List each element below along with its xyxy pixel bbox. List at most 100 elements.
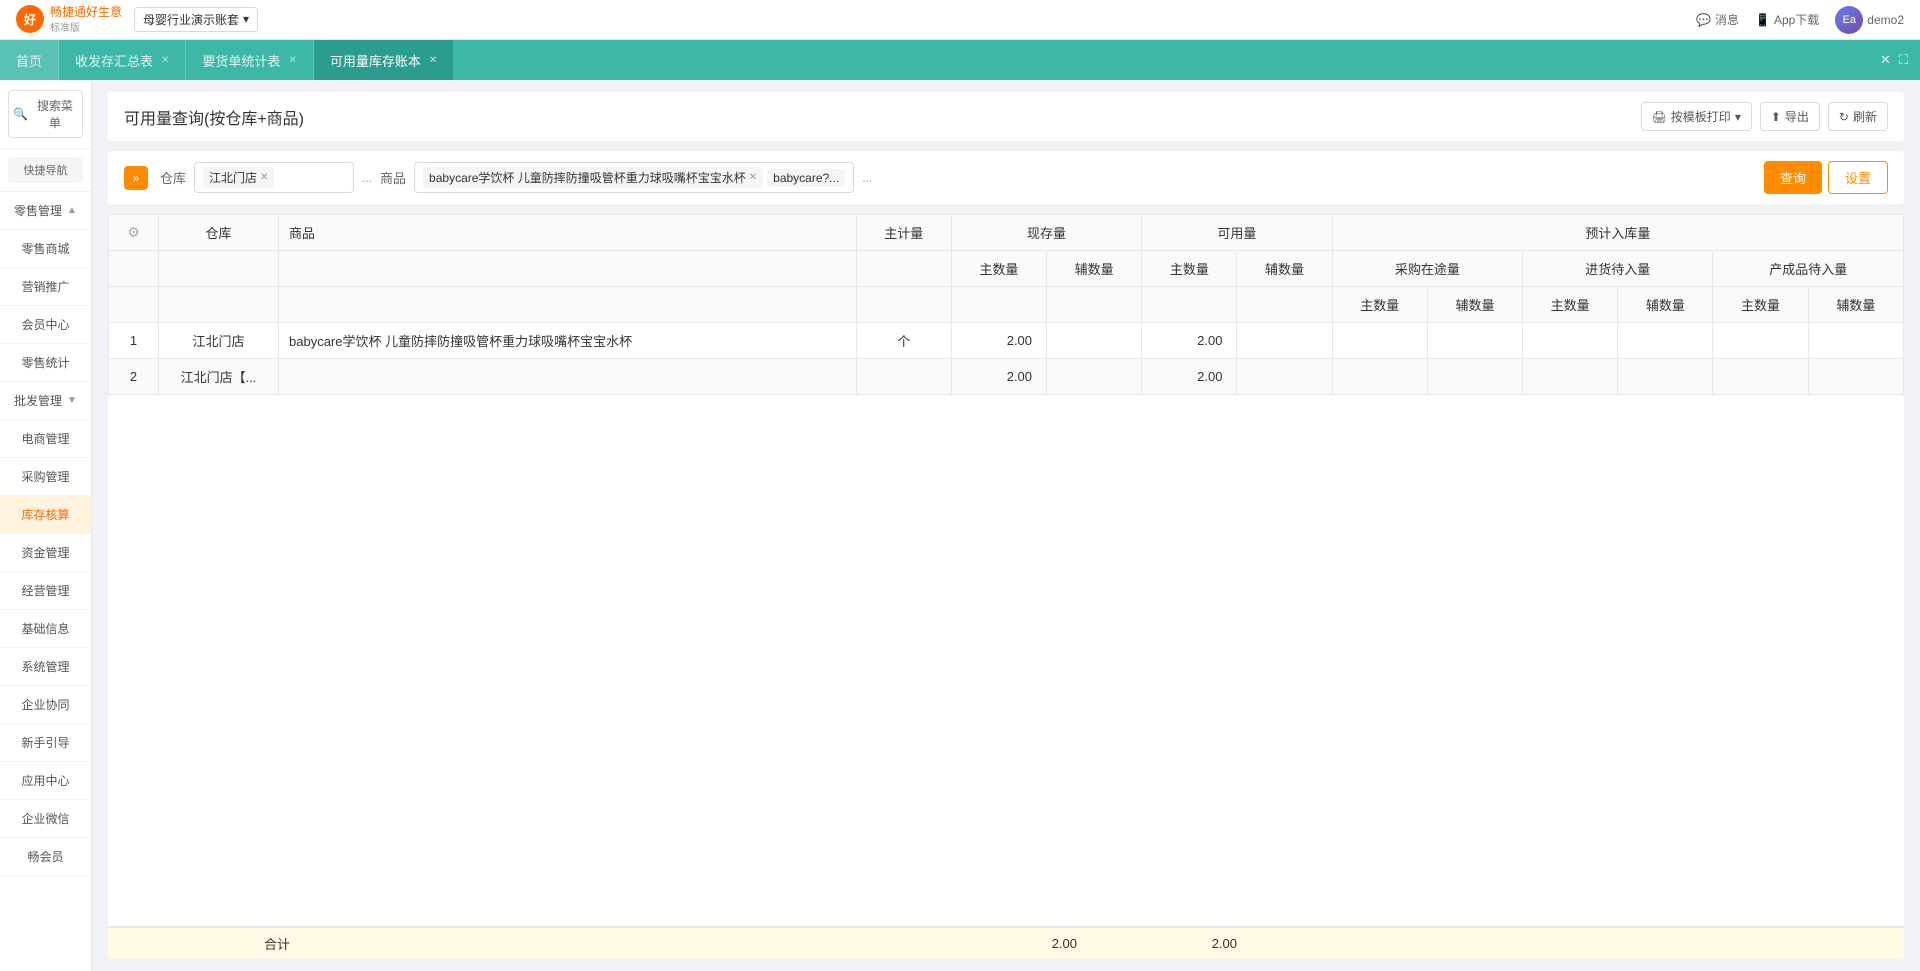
message-icon: 💬 — [1696, 13, 1711, 27]
tab-order-stat[interactable]: 要货单统计表 ✕ — [186, 40, 313, 80]
tab-receive-close[interactable]: ✕ — [161, 55, 169, 66]
sidebar-item-wholesale-mgmt[interactable]: 批发管理 ▼ — [0, 382, 91, 420]
filter-expand-button[interactable]: » — [124, 166, 148, 190]
export-button[interactable]: ⬆ 导出 — [1760, 102, 1820, 131]
sidebar-item-base-info[interactable]: 基础信息 — [0, 610, 91, 648]
row1-available-main: 2.00 — [1142, 323, 1237, 359]
th-stock-main: 主数量 — [951, 251, 1046, 287]
product-tag-1: babycare学饮杯 儿童防摔防撞吸管杯重力球吸嘴杯宝宝水杯 ✕ — [423, 167, 763, 188]
th-product-sub — [279, 251, 857, 287]
tab-available-label: 可用量库存账本 — [330, 51, 421, 70]
sidebar-item-member[interactable]: 畅会员 — [0, 838, 91, 876]
tab-order-stat-close[interactable]: ✕ — [288, 55, 296, 66]
footer-stock-total: 2.00 — [1011, 936, 1091, 951]
product-tag-2: babycare?... — [767, 169, 845, 187]
logo: 好 畅捷通好生意 标准版 — [16, 5, 122, 34]
sidebar: 🔍 搜索菜单 快捷导航 零售管理 ▲ 零售商城 营销推广 会员中心 零售统计 批… — [0, 80, 92, 971]
sidebar-item-operations[interactable]: 经营管理 — [0, 572, 91, 610]
sidebar-item-new-guide[interactable]: 新手引导 — [0, 724, 91, 762]
top-bar-left: 好 畅捷通好生意 标准版 母婴行业演示账套 ▾ — [16, 5, 258, 34]
content-area: 可用量查询(按仓库+商品) 🖨 按模板打印 ▾ ⬆ 导出 ↻ 刷新 — [92, 80, 1920, 971]
product-filter-more[interactable]: ... — [862, 171, 872, 185]
product-tag-1-close[interactable]: ✕ — [749, 172, 757, 183]
top-bar-right: 💬 消息 📱 App下载 Ea demo2 — [1696, 6, 1904, 34]
sidebar-item-marketing[interactable]: 营销推广 — [0, 268, 91, 306]
sidebar-item-ecommerce[interactable]: 电商管理 — [0, 420, 91, 458]
row1-stock-aux — [1047, 323, 1142, 359]
nav-close-icon[interactable]: ✕ — [1880, 52, 1891, 68]
sidebar-item-base-info-label: 基础信息 — [21, 620, 69, 637]
th-sa3 — [1047, 287, 1142, 323]
tab-home[interactable]: 首页 — [0, 40, 59, 80]
query-button[interactable]: 查询 — [1764, 161, 1822, 194]
nav-fullscreen-icon[interactable]: ⛶ — [1899, 52, 1908, 68]
sidebar-item-purchase-label: 采购管理 — [21, 468, 69, 485]
sidebar-item-retail-stats[interactable]: 零售统计 — [0, 344, 91, 382]
table-settings-icon[interactable]: ⚙ — [127, 224, 140, 240]
product-filter-input[interactable]: babycare学饮杯 儿童防摔防撞吸管杯重力球吸嘴杯宝宝水杯 ✕ babyca… — [414, 162, 854, 193]
row2-stock-aux — [1047, 359, 1142, 395]
filter-action-buttons: 查询 设置 — [1764, 161, 1888, 194]
sidebar-item-retail-mgmt[interactable]: 零售管理 ▲ — [0, 192, 91, 230]
sidebar-item-app-center[interactable]: 应用中心 — [0, 762, 91, 800]
table-container: ⚙ 仓库 商品 主计量 现存量 可用量 预计入库量 — [108, 214, 1904, 959]
sidebar-item-system-label: 系统管理 — [21, 658, 69, 675]
tenant-selector[interactable]: 母婴行业演示账套 ▾ — [134, 7, 258, 32]
warehouse-tag-close[interactable]: ✕ — [260, 172, 268, 183]
tab-available[interactable]: 可用量库存账本 ✕ — [314, 40, 454, 80]
row1-purchase-aux — [1427, 323, 1522, 359]
search-icon: 🔍 — [13, 107, 28, 121]
avatar: Ea — [1835, 6, 1863, 34]
chevron-down-icon: ▼ — [67, 395, 77, 406]
row2-unit — [856, 359, 951, 395]
row2-inbound-main — [1523, 359, 1618, 395]
quick-nav-button[interactable]: 快捷导航 — [8, 157, 83, 183]
warehouse-tag-value: 江北门店 — [209, 169, 257, 186]
th-am3 — [1142, 287, 1237, 323]
tenant-name: 母婴行业演示账套 — [143, 11, 239, 28]
tab-available-close[interactable]: ✕ — [429, 55, 437, 66]
warehouse-filter-input[interactable]: 江北门店 ✕ — [194, 162, 354, 193]
top-bar: 好 畅捷通好生意 标准版 母婴行业演示账套 ▾ 💬 消息 📱 App下载 Ea … — [0, 0, 1920, 40]
footer-label: 合计 — [264, 934, 290, 953]
sidebar-item-enterprise-collab[interactable]: 企业协同 — [0, 686, 91, 724]
print-button[interactable]: 🖨 按模板打印 ▾ — [1641, 102, 1752, 131]
row2-product — [279, 359, 857, 395]
filter-group: 仓库 江北门店 ✕ ... 商品 babycare学饮杯 儿童防摔防撞吸管杯重力… — [160, 162, 1752, 193]
row1-warehouse: 江北门店 — [159, 323, 279, 359]
quick-nav-label: 快捷导航 — [24, 165, 68, 177]
sidebar-item-retail-stats-label: 零售统计 — [21, 354, 69, 371]
sidebar-item-enterprise-wechat[interactable]: 企业微信 — [0, 800, 91, 838]
refresh-button[interactable]: ↻ 刷新 — [1828, 102, 1888, 131]
refresh-label: 刷新 — [1853, 108, 1877, 125]
search-menu-button[interactable]: 🔍 搜索菜单 — [8, 90, 83, 138]
username: demo2 — [1867, 13, 1904, 27]
tab-home-label: 首页 — [16, 51, 42, 70]
sidebar-item-finance[interactable]: 资金管理 — [0, 534, 91, 572]
main-layout: 🔍 搜索菜单 快捷导航 零售管理 ▲ 零售商城 营销推广 会员中心 零售统计 批… — [0, 80, 1920, 971]
tab-receive[interactable]: 收发存汇总表 ✕ — [59, 40, 186, 80]
search-menu-label: 搜索菜单 — [32, 97, 78, 131]
th-inbound-pending: 进货待入量 — [1523, 251, 1713, 287]
row1-inbound-aux — [1618, 323, 1713, 359]
user-profile[interactable]: Ea demo2 — [1835, 6, 1904, 34]
warehouse-filter-more[interactable]: ... — [362, 171, 372, 185]
row1-inbound-main — [1523, 323, 1618, 359]
page-header: 可用量查询(按仓库+商品) 🖨 按模板打印 ▾ ⬆ 导出 ↻ 刷新 — [108, 92, 1904, 141]
message-button[interactable]: 💬 消息 — [1696, 11, 1739, 28]
sidebar-item-system[interactable]: 系统管理 — [0, 648, 91, 686]
th-idx3 — [109, 287, 159, 323]
sidebar-item-member-center[interactable]: 会员中心 — [0, 306, 91, 344]
row1-unit: 个 — [856, 323, 951, 359]
app-download-button[interactable]: 📱 App下载 — [1755, 11, 1819, 28]
row2-available-aux — [1237, 359, 1332, 395]
sidebar-item-retail-mall[interactable]: 零售商城 — [0, 230, 91, 268]
row1-index: 1 — [109, 323, 159, 359]
app-download-icon: 📱 — [1755, 13, 1770, 27]
product-tag-2-value: babycare?... — [773, 171, 839, 185]
sidebar-item-inventory[interactable]: 库存核算 — [0, 496, 91, 534]
th-available-aux: 辅数量 — [1237, 251, 1332, 287]
row2-inbound-aux — [1618, 359, 1713, 395]
sidebar-item-purchase[interactable]: 采购管理 — [0, 458, 91, 496]
settings-button[interactable]: 设置 — [1828, 161, 1888, 194]
